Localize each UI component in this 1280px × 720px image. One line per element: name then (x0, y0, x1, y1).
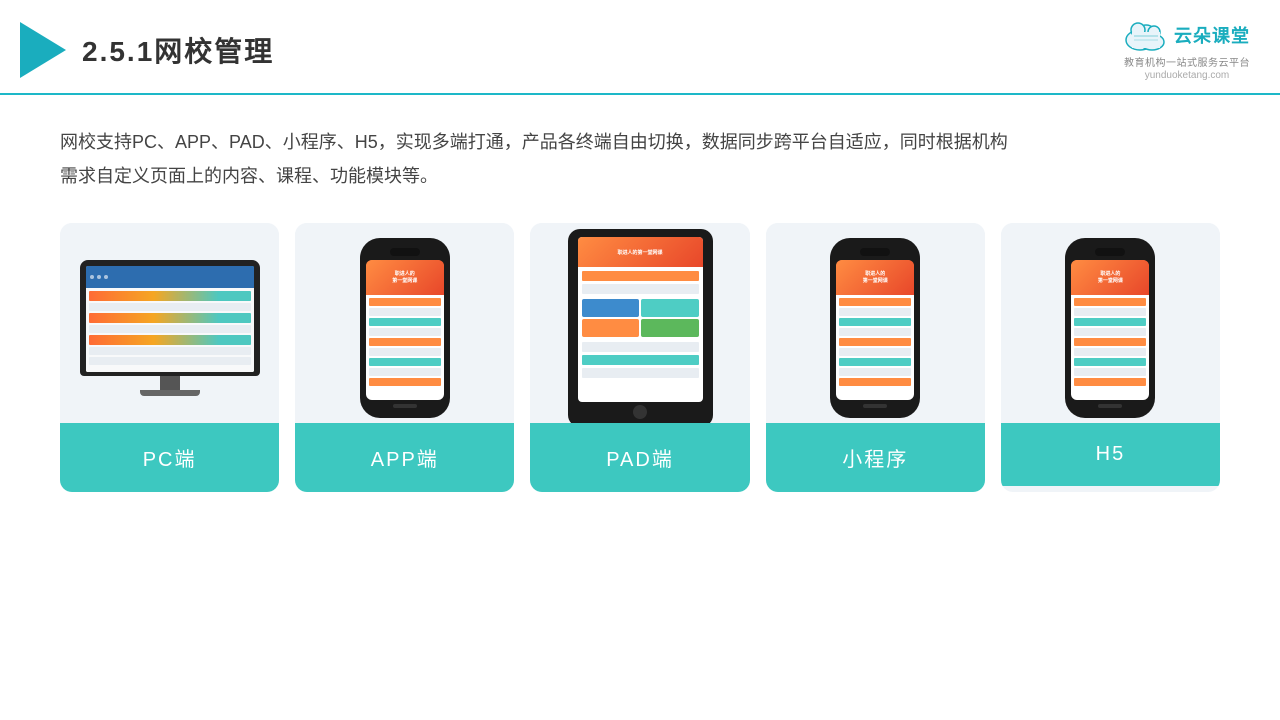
brand-tagline: 教育机构一站式服务云平台 (1124, 54, 1250, 69)
card-app: 职进人的第一堂网课 (295, 223, 514, 492)
cloud-logo-icon (1124, 18, 1168, 52)
card-pc-image (60, 223, 279, 423)
page-title: 2.5.1网校管理 (82, 30, 274, 70)
card-app-label: APP端 (295, 423, 514, 492)
phone-mockup-mini: 职进人的第一堂网课 (830, 238, 920, 418)
brand-area: 云朵课堂 教育机构一站式服务云平台 yunduoketang.com (1124, 18, 1250, 81)
phone-mockup-h5: 职进人的第一堂网课 (1065, 238, 1155, 418)
card-miniprogram-image: 职进人的第一堂网课 (766, 223, 985, 423)
header-left: 2.5.1网校管理 (20, 22, 274, 78)
card-pad-image: 职进人的第一堂网课 (530, 223, 749, 423)
phone-mockup-app: 职进人的第一堂网课 (360, 238, 450, 418)
card-miniprogram: 职进人的第一堂网课 (766, 223, 985, 492)
card-app-image: 职进人的第一堂网课 (295, 223, 514, 423)
main-content: 网校支持PC、APP、PAD、小程序、H5，实现多端打通，产品各终端自由切换，数… (0, 95, 1280, 512)
monitor-mockup (80, 260, 260, 396)
card-pad: 职进人的第一堂网课 (530, 223, 749, 492)
brand-logo: 云朵课堂 (1124, 18, 1250, 52)
play-icon (20, 22, 66, 78)
brand-name: 云朵课堂 (1174, 22, 1250, 48)
platform-cards: PC端 职进人的第一堂网课 (60, 223, 1220, 492)
tablet-mockup: 职进人的第一堂网课 (568, 229, 713, 427)
brand-url: yunduoketang.com (1145, 70, 1230, 81)
description-text: 网校支持PC、APP、PAD、小程序、H5，实现多端打通，产品各终端自由切换，数… (60, 125, 1220, 193)
card-h5-image: 职进人的第一堂网课 (1001, 223, 1220, 423)
card-h5: 职进人的第一堂网课 (1001, 223, 1220, 492)
page-header: 2.5.1网校管理 云朵课堂 教育机构一站式服务云平台 yunduoketang… (0, 0, 1280, 95)
card-h5-label: H5 (1001, 423, 1220, 486)
card-pad-label: PAD端 (530, 423, 749, 492)
card-pc: PC端 (60, 223, 279, 492)
card-miniprogram-label: 小程序 (766, 423, 985, 492)
card-pc-label: PC端 (60, 423, 279, 492)
